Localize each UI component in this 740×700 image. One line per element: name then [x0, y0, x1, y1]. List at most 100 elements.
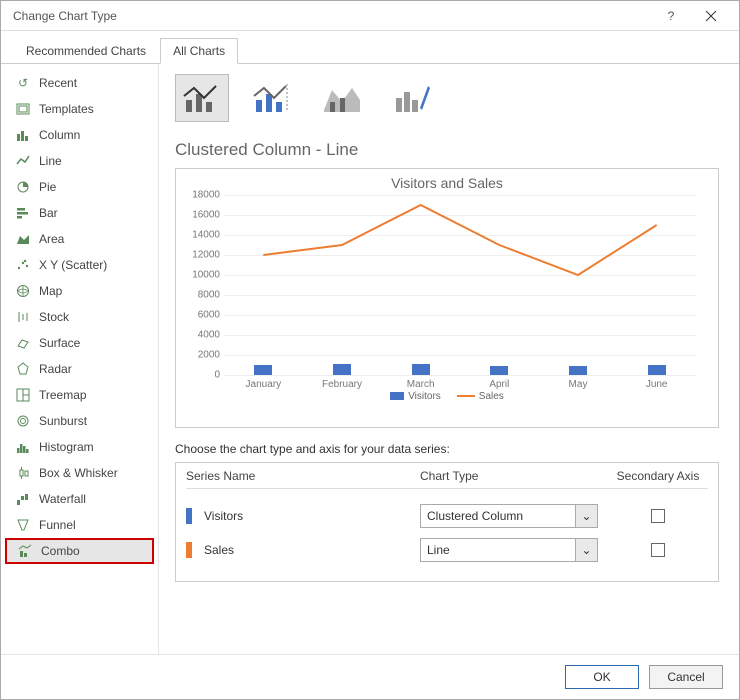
sidebar-item-label: Pie	[39, 180, 56, 194]
secondary-axis-checkbox-visitors[interactable]	[651, 509, 665, 523]
surface-icon	[15, 335, 31, 351]
sidebar-item-label: Treemap	[39, 388, 87, 402]
subtype-icon	[252, 80, 292, 116]
sidebar-item-label: Bar	[39, 206, 58, 220]
treemap-icon	[15, 387, 31, 403]
chart-title: Visitors and Sales	[186, 175, 708, 191]
sidebar-item-scatter[interactable]: X Y (Scatter)	[1, 252, 158, 278]
chart-legend: VisitorsSales	[186, 391, 708, 402]
sidebar-item-funnel[interactable]: Funnel	[1, 512, 158, 538]
area-icon	[15, 231, 31, 247]
scatter-icon	[15, 257, 31, 273]
subtype-clustered-column-line-secondary[interactable]	[245, 74, 299, 122]
bar-icon	[15, 205, 31, 221]
sidebar-item-label: Area	[39, 232, 64, 246]
series-row-visitors: Visitors Clustered Column ⌄	[186, 499, 708, 533]
sidebar-item-label: Column	[39, 128, 80, 142]
sidebar-item-map[interactable]: Map	[1, 278, 158, 304]
tab-recommended-charts[interactable]: Recommended Charts	[13, 38, 159, 64]
subtype-stacked-area-column[interactable]	[315, 74, 369, 122]
tab-all-charts[interactable]: All Charts	[160, 38, 238, 64]
sidebar-item-waterfall[interactable]: Waterfall	[1, 486, 158, 512]
close-button[interactable]	[691, 2, 731, 30]
series-swatch	[186, 542, 192, 558]
sidebar-item-recent[interactable]: ↺ Recent	[1, 70, 158, 96]
col-chart-type: Chart Type	[386, 469, 608, 483]
subtype-icon	[392, 80, 432, 116]
sidebar-item-surface[interactable]: Surface	[1, 330, 158, 356]
series-panel: Series Name Chart Type Secondary Axis Vi…	[175, 462, 719, 582]
sidebar-item-templates[interactable]: Templates	[1, 96, 158, 122]
sidebar-item-area[interactable]: Area	[1, 226, 158, 252]
sidebar-item-radar[interactable]: Radar	[1, 356, 158, 382]
sidebar-item-treemap[interactable]: Treemap	[1, 382, 158, 408]
sidebar-item-label: Map	[39, 284, 62, 298]
sidebar-item-combo[interactable]: Combo	[5, 538, 154, 564]
sidebar-item-label: Templates	[39, 102, 94, 116]
close-icon	[705, 10, 717, 22]
chart-preview[interactable]: Visitors and Sales 020004000600080001000…	[175, 168, 719, 428]
secondary-axis-checkbox-sales[interactable]	[651, 543, 665, 557]
chart-canvas: 0200040006000800010000120001400016000180…	[224, 195, 696, 375]
sidebar-item-label: Combo	[41, 544, 80, 558]
select-value: Clustered Column	[427, 509, 523, 523]
sidebar-item-label: Sunburst	[39, 414, 87, 428]
help-button[interactable]: ?	[651, 2, 691, 30]
sidebar-item-line[interactable]: Line	[1, 148, 158, 174]
subtype-icon	[182, 80, 222, 116]
sidebar-item-label: Stock	[39, 310, 69, 324]
sidebar-item-box-whisker[interactable]: Box & Whisker	[1, 460, 158, 486]
column-icon	[15, 127, 31, 143]
cancel-button[interactable]: Cancel	[649, 665, 723, 689]
col-series-name: Series Name	[186, 469, 386, 483]
map-icon	[15, 283, 31, 299]
sidebar-item-label: Box & Whisker	[39, 466, 118, 480]
subtype-clustered-column-line[interactable]	[175, 74, 229, 122]
ok-button[interactable]: OK	[565, 665, 639, 689]
series-swatch	[186, 508, 192, 524]
chevron-down-icon: ⌄	[575, 539, 597, 561]
select-value: Line	[427, 543, 450, 557]
sidebar-item-label: Funnel	[39, 518, 76, 532]
dialog-footer: OK Cancel	[1, 654, 739, 699]
chart-category-sidebar: ↺ Recent Templates Column Line Pie Bar Ar…	[1, 64, 159, 654]
sidebar-item-label: Recent	[39, 76, 77, 90]
main-panel: Clustered Column - Line Visitors and Sal…	[159, 64, 739, 654]
chart-type-select-visitors[interactable]: Clustered Column ⌄	[420, 504, 598, 528]
sidebar-item-histogram[interactable]: Histogram	[1, 434, 158, 460]
subtype-icon	[322, 80, 362, 116]
series-hint: Choose the chart type and axis for your …	[175, 442, 719, 456]
sidebar-item-column[interactable]: Column	[1, 122, 158, 148]
box-whisker-icon	[15, 465, 31, 481]
waterfall-icon	[15, 491, 31, 507]
sidebar-item-label: X Y (Scatter)	[39, 258, 107, 272]
sidebar-item-label: Line	[39, 154, 62, 168]
pie-icon	[15, 179, 31, 195]
sunburst-icon	[15, 413, 31, 429]
sidebar-item-sunburst[interactable]: Sunburst	[1, 408, 158, 434]
series-header: Series Name Chart Type Secondary Axis	[186, 469, 708, 489]
series-name-label: Sales	[204, 543, 234, 557]
line-icon	[15, 153, 31, 169]
sidebar-item-label: Waterfall	[39, 492, 86, 506]
chart-subtype-title: Clustered Column - Line	[175, 140, 719, 160]
templates-icon	[15, 101, 31, 117]
col-secondary-axis: Secondary Axis	[608, 469, 708, 483]
chevron-down-icon: ⌄	[575, 505, 597, 527]
series-row-sales: Sales Line ⌄	[186, 533, 708, 567]
histogram-icon	[15, 439, 31, 455]
sidebar-item-bar[interactable]: Bar	[1, 200, 158, 226]
combo-icon	[17, 543, 33, 559]
sidebar-item-pie[interactable]: Pie	[1, 174, 158, 200]
sidebar-item-label: Radar	[39, 362, 72, 376]
tab-strip: Recommended Charts All Charts	[1, 37, 739, 64]
chart-type-select-sales[interactable]: Line ⌄	[420, 538, 598, 562]
sidebar-item-stock[interactable]: Stock	[1, 304, 158, 330]
recent-icon: ↺	[15, 75, 31, 91]
series-name-label: Visitors	[204, 509, 243, 523]
radar-icon	[15, 361, 31, 377]
stock-icon	[15, 309, 31, 325]
title-bar: Change Chart Type ?	[1, 1, 739, 31]
subtype-row	[175, 74, 719, 122]
subtype-custom-combo[interactable]	[385, 74, 439, 122]
